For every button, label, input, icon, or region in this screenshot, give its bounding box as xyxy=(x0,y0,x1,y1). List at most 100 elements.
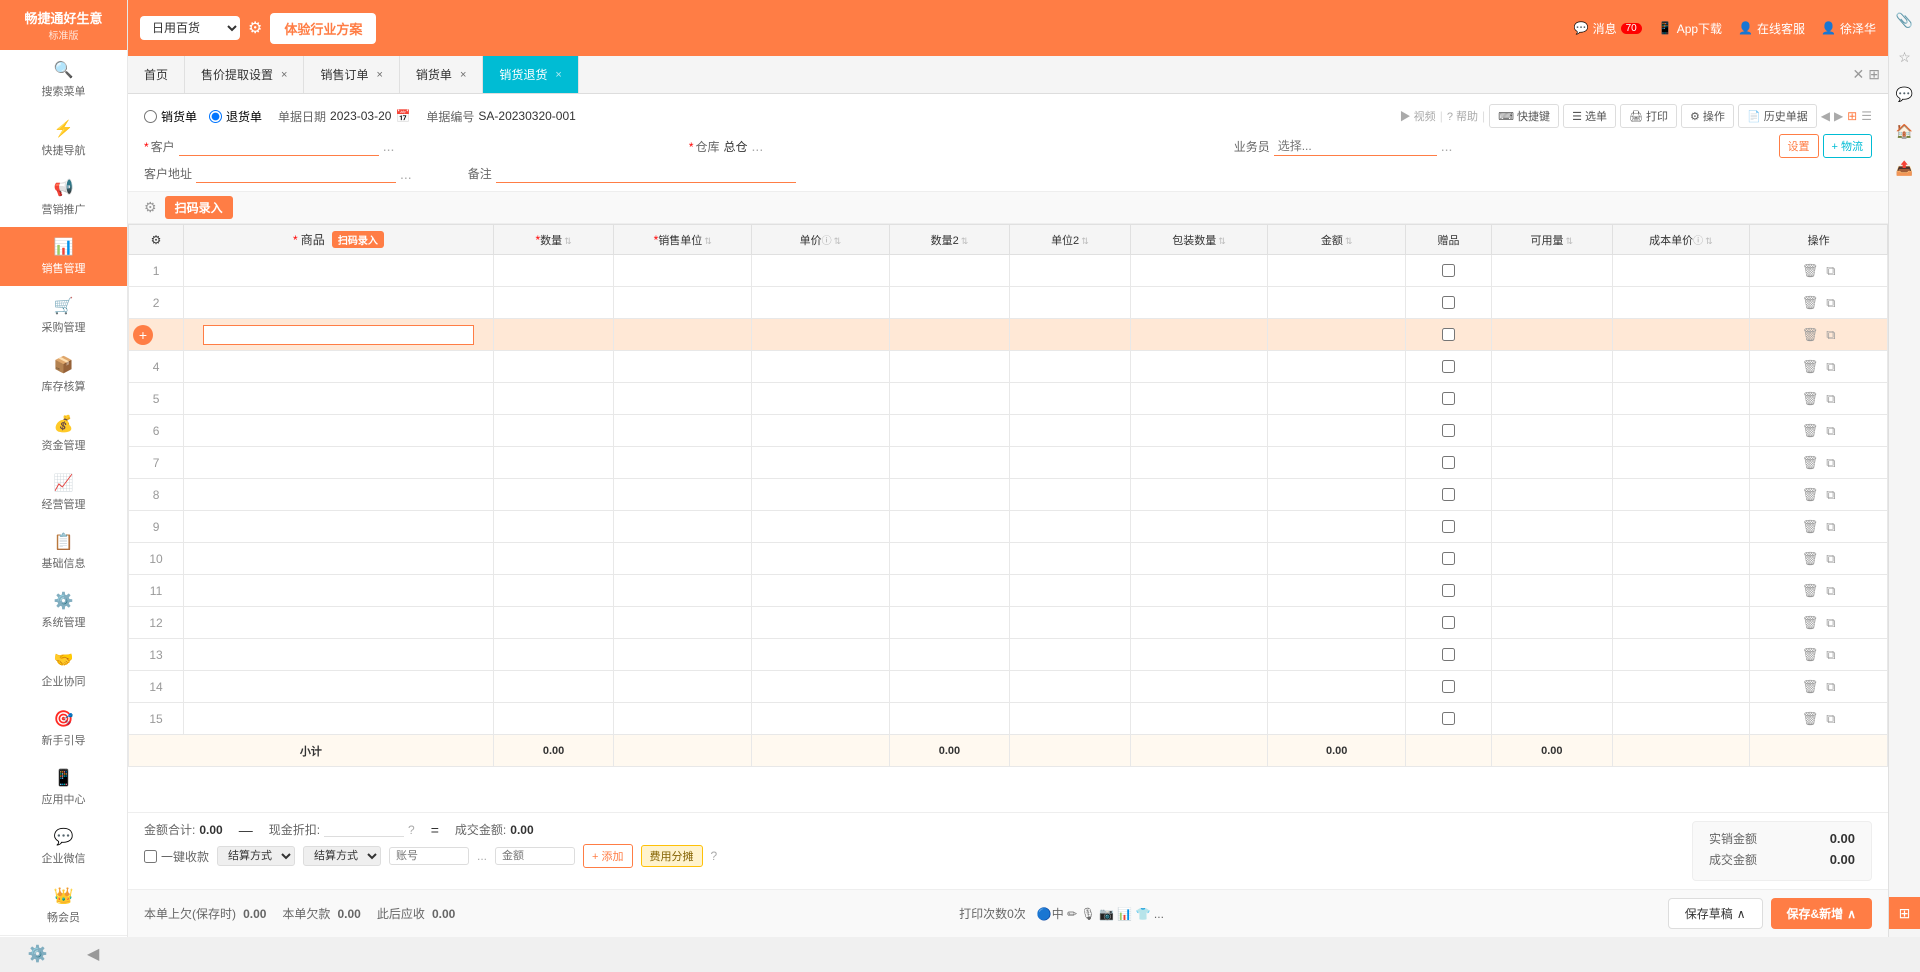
row-qty-cell[interactable] xyxy=(493,255,613,287)
row-gift-cell[interactable] xyxy=(1406,415,1492,447)
row-unit-cell[interactable] xyxy=(614,479,752,511)
copy-row-btn[interactable]: ⧉ xyxy=(1824,711,1837,727)
row-avail-cell[interactable] xyxy=(1492,703,1612,735)
topbar-gear-icon[interactable]: ⚙ xyxy=(248,18,262,38)
row-gift-cell[interactable] xyxy=(1406,639,1492,671)
copy-row-btn[interactable]: ⧉ xyxy=(1824,263,1837,279)
row-product-cell[interactable] xyxy=(184,479,494,511)
copy-row-btn[interactable]: ⧉ xyxy=(1824,295,1837,311)
col-scan-button[interactable]: 扫码录入 xyxy=(332,231,384,248)
nav-prev-icon[interactable]: ◀ xyxy=(1821,109,1830,123)
row-price-cell[interactable] xyxy=(752,319,890,351)
row-qty-cell[interactable] xyxy=(493,607,613,639)
delete-row-btn[interactable]: 🗑 xyxy=(1800,423,1821,439)
grid-view-icon[interactable]: ⊞ xyxy=(1847,109,1857,123)
panel-icon-2[interactable]: ☆ xyxy=(1894,45,1915,70)
delete-row-btn[interactable]: 🗑 xyxy=(1800,551,1821,567)
print-btn[interactable]: 🖨 打印 xyxy=(1620,104,1677,128)
row-qty-cell[interactable] xyxy=(493,415,613,447)
row-unit-cell[interactable] xyxy=(614,703,752,735)
row-price-cell[interactable] xyxy=(752,287,890,319)
row-pkgqty-cell[interactable] xyxy=(1130,351,1268,383)
row-qty-cell[interactable] xyxy=(493,543,613,575)
row-amount-cell[interactable] xyxy=(1268,607,1406,639)
row-qty2-cell[interactable] xyxy=(889,415,1009,447)
one-key-payment-label[interactable]: 一键收款 xyxy=(144,848,209,865)
sidebar-item-system[interactable]: ⚙️ 系统管理 xyxy=(0,581,127,640)
delete-row-btn[interactable]: 🗑 xyxy=(1800,679,1821,695)
row-unit-cell[interactable] xyxy=(614,287,752,319)
row-unit2-cell[interactable] xyxy=(1010,447,1130,479)
row-unit2-cell[interactable] xyxy=(1010,287,1130,319)
try-plan-button[interactable]: 体验行业方案 xyxy=(270,13,376,44)
row-product-cell[interactable] xyxy=(184,703,494,735)
row-unit-cell[interactable] xyxy=(614,511,752,543)
row-pkgqty-cell[interactable] xyxy=(1130,319,1268,351)
row-unit-cell[interactable] xyxy=(614,351,752,383)
gift-checkbox[interactable] xyxy=(1442,712,1455,725)
row-gift-cell[interactable] xyxy=(1406,543,1492,575)
row-unit-cell[interactable] xyxy=(614,255,752,287)
sidebar-item-shortcut[interactable]: ⚡ 快捷导航 xyxy=(0,109,127,168)
row-qty-cell[interactable] xyxy=(493,287,613,319)
row-price-cell[interactable] xyxy=(752,511,890,543)
row-qty2-cell[interactable] xyxy=(889,319,1009,351)
sidebar-item-sales[interactable]: 📊 销售管理 xyxy=(0,227,127,286)
row-price-cell[interactable] xyxy=(752,703,890,735)
gift-checkbox[interactable] xyxy=(1442,584,1455,597)
copy-row-btn[interactable]: ⧉ xyxy=(1824,487,1837,503)
row-amount-cell[interactable] xyxy=(1268,703,1406,735)
row-amount-cell[interactable] xyxy=(1268,447,1406,479)
tab-delivery-close[interactable]: × xyxy=(460,69,466,81)
row-price-cell[interactable] xyxy=(752,671,890,703)
radio-delivery-input[interactable] xyxy=(144,110,157,123)
row-avail-cell[interactable] xyxy=(1492,447,1612,479)
row-gift-cell[interactable] xyxy=(1406,447,1492,479)
row-qty-cell[interactable] xyxy=(493,383,613,415)
delete-row-btn[interactable]: 🗑 xyxy=(1800,359,1821,375)
tab-close-all-icon[interactable]: ✕ xyxy=(1853,66,1865,83)
delete-row-btn[interactable]: 🗑 xyxy=(1800,327,1821,343)
row-unit2-cell[interactable] xyxy=(1010,575,1130,607)
tab-menu-icon[interactable]: ⊞ xyxy=(1868,66,1880,83)
row-avail-cell[interactable] xyxy=(1492,479,1612,511)
row-qty-cell[interactable] xyxy=(493,671,613,703)
row-unit2-cell[interactable] xyxy=(1010,255,1130,287)
row-product-cell[interactable] xyxy=(184,543,494,575)
app-download-item[interactable]: 📱 App下载 xyxy=(1658,20,1722,37)
collapse-icon[interactable]: ◀ xyxy=(87,944,99,964)
discount-input[interactable] xyxy=(324,822,404,837)
delete-row-btn[interactable]: 🗑 xyxy=(1800,295,1821,311)
gift-checkbox[interactable] xyxy=(1442,680,1455,693)
row-product-cell[interactable] xyxy=(184,575,494,607)
copy-row-btn[interactable]: ⧉ xyxy=(1824,647,1837,663)
gift-checkbox[interactable] xyxy=(1442,264,1455,277)
row-pkgqty-cell[interactable] xyxy=(1130,639,1268,671)
row-qty-cell[interactable] xyxy=(493,479,613,511)
row-qty2-cell[interactable] xyxy=(889,703,1009,735)
row-qty2-cell[interactable] xyxy=(889,511,1009,543)
delete-row-btn[interactable]: 🗑 xyxy=(1800,711,1821,727)
row-qty2-cell[interactable] xyxy=(889,447,1009,479)
row-pkgqty-cell[interactable] xyxy=(1130,383,1268,415)
row-unit-cell[interactable] xyxy=(614,543,752,575)
save-new-button[interactable]: 保存&新增 ∧ xyxy=(1771,898,1872,929)
tab-sales-delivery[interactable]: 销货单 × xyxy=(400,56,483,93)
row-pkgqty-cell[interactable] xyxy=(1130,415,1268,447)
row-unit2-cell[interactable] xyxy=(1010,479,1130,511)
row-gift-cell[interactable] xyxy=(1406,287,1492,319)
row-cost-cell[interactable] xyxy=(1612,607,1750,639)
row-unit2-cell[interactable] xyxy=(1010,511,1130,543)
row-price-cell[interactable] xyxy=(752,255,890,287)
row-qty2-cell[interactable] xyxy=(889,287,1009,319)
row-cost-cell[interactable] xyxy=(1612,671,1750,703)
row-amount-cell[interactable] xyxy=(1268,255,1406,287)
row-avail-cell[interactable] xyxy=(1492,543,1612,575)
row-gift-cell[interactable] xyxy=(1406,319,1492,351)
row-qty2-cell[interactable] xyxy=(889,383,1009,415)
row-qty2-cell[interactable] xyxy=(889,479,1009,511)
row-amount-cell[interactable] xyxy=(1268,319,1406,351)
row-price-cell[interactable] xyxy=(752,415,890,447)
row-pkgqty-cell[interactable] xyxy=(1130,447,1268,479)
row-pkgqty-cell[interactable] xyxy=(1130,575,1268,607)
